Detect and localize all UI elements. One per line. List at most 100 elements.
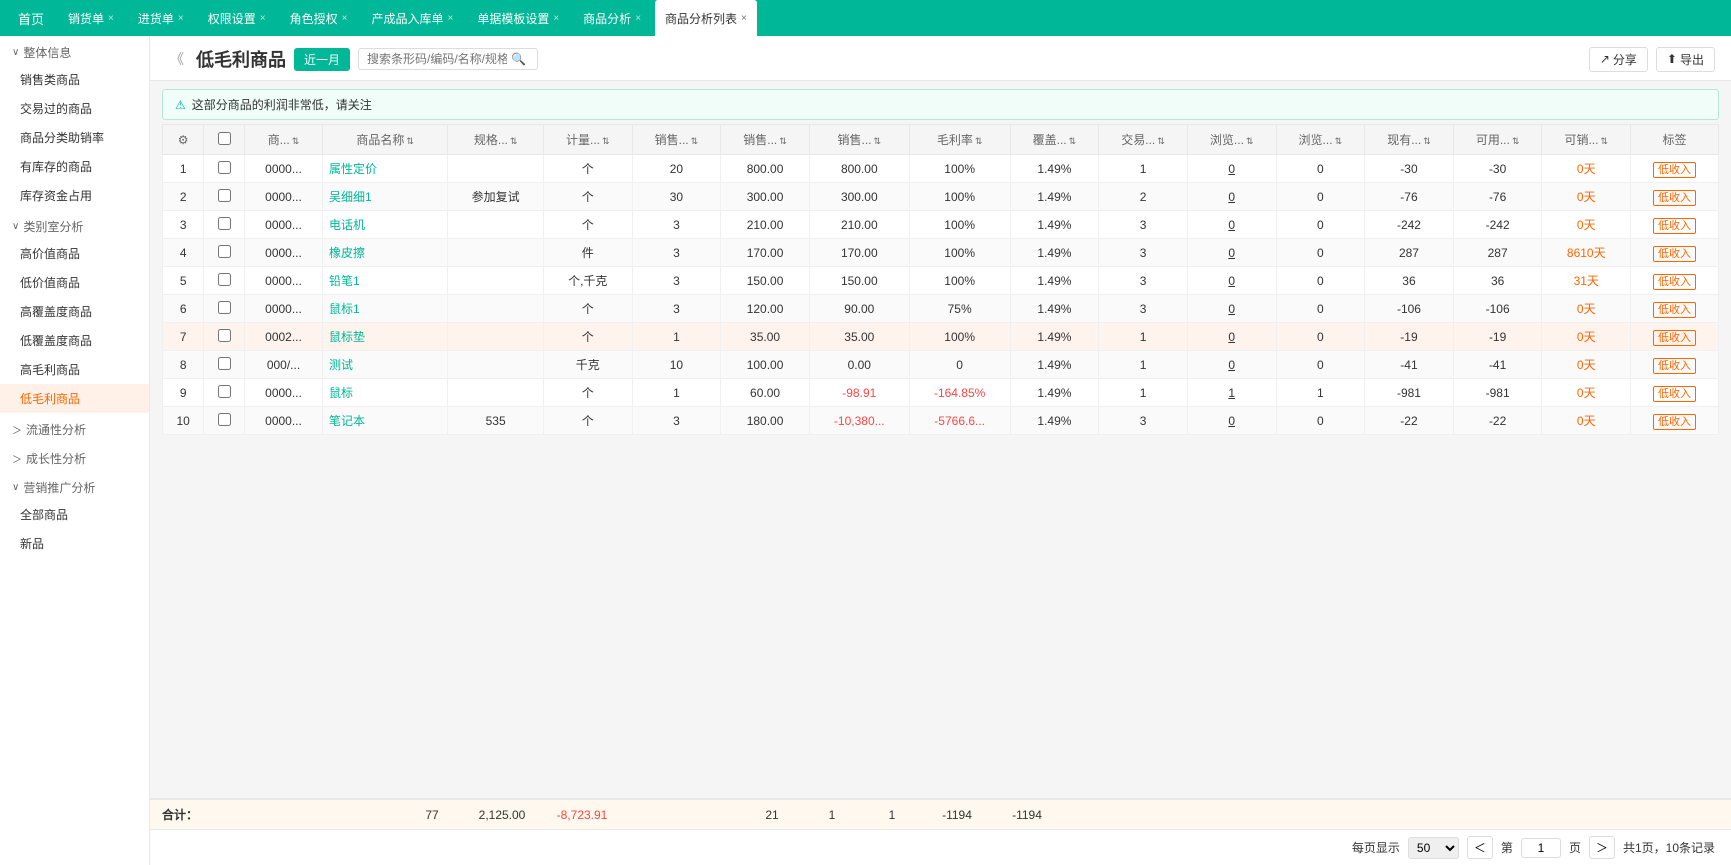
row-view1[interactable]: 0 [1187, 323, 1276, 351]
prev-page-btn[interactable]: ＜ [1467, 836, 1493, 859]
row-name[interactable]: 属性定价 [322, 155, 447, 183]
nav-product-analysis[interactable]: 商品分析 × [573, 0, 651, 36]
col-gross-rate[interactable]: 毛利率⇅ [909, 125, 1010, 155]
next-page-btn[interactable]: ＞ [1589, 836, 1615, 859]
col-stock-saleable[interactable]: 可销...⇅ [1542, 125, 1631, 155]
col-tag[interactable]: 标签 [1631, 125, 1719, 155]
per-page-select[interactable]: 50 100 200 [1408, 837, 1459, 859]
col-stock-available[interactable]: 可用...⇅ [1453, 125, 1542, 155]
row-view1[interactable]: 0 [1187, 295, 1276, 323]
row-name[interactable]: 鼠标垫 [322, 323, 447, 351]
col-stock-current[interactable]: 现有...⇅ [1365, 125, 1454, 155]
col-sales-profit[interactable]: 销售...⇅ [809, 125, 909, 155]
col-trade-count[interactable]: 交易...⇅ [1099, 125, 1188, 155]
nav-close-product[interactable]: × [447, 13, 453, 24]
col-coverage[interactable]: 覆盖...⇅ [1010, 125, 1099, 155]
sidebar-item-sales-products[interactable]: 销售类商品 [0, 65, 149, 94]
search-input[interactable] [367, 52, 507, 66]
nav-permission[interactable]: 权限设置 × [198, 0, 276, 36]
nav-close-template[interactable]: × [553, 13, 559, 24]
row-checkbox[interactable] [204, 183, 245, 211]
row-checkbox[interactable] [204, 379, 245, 407]
row-select-checkbox[interactable] [218, 161, 231, 174]
nav-role-auth[interactable]: 角色授权 × [280, 0, 358, 36]
row-view1[interactable]: 1 [1187, 379, 1276, 407]
sidebar-item-stock-products[interactable]: 有库存的商品 [0, 152, 149, 181]
row-view1[interactable]: 0 [1187, 407, 1276, 435]
row-select-checkbox[interactable] [218, 301, 231, 314]
nav-product-analysis-list[interactable]: 商品分析列表 × [655, 0, 757, 36]
row-name[interactable]: 测试 [322, 351, 447, 379]
row-name[interactable]: 铅笔1 [322, 267, 447, 295]
sidebar-item-low-coverage[interactable]: 低覆盖度商品 [0, 326, 149, 355]
nav-purchase-order[interactable]: 进货单 × [128, 0, 194, 36]
sidebar-item-high-value[interactable]: 高价值商品 [0, 239, 149, 268]
sidebar-group-circulation[interactable]: ＞ 流通性分析 [0, 413, 149, 442]
nav-product-entry[interactable]: 产成品入库单 × [361, 0, 463, 36]
sidebar-item-high-margin[interactable]: 高毛利商品 [0, 355, 149, 384]
sidebar-item-stock-capital[interactable]: 库存资金占用 [0, 181, 149, 210]
col-spec[interactable]: 规格...⇅ [448, 125, 544, 155]
nav-close-permission[interactable]: × [260, 13, 266, 24]
row-select-checkbox[interactable] [218, 245, 231, 258]
row-view1[interactable]: 0 [1187, 239, 1276, 267]
col-view1[interactable]: 浏览...⇅ [1187, 125, 1276, 155]
share-button[interactable]: ↗ 分享 [1589, 47, 1648, 72]
col-sales-count[interactable]: 销售...⇅ [632, 125, 721, 155]
sidebar-group-marketing[interactable]: ∨ 营销推广分析 [0, 471, 149, 500]
col-code[interactable]: 商...⇅ [245, 125, 323, 155]
row-checkbox[interactable] [204, 323, 245, 351]
row-name[interactable]: 电话机 [322, 211, 447, 239]
nav-close-analysis[interactable]: × [635, 13, 641, 24]
row-checkbox[interactable] [204, 239, 245, 267]
row-select-checkbox[interactable] [218, 385, 231, 398]
row-select-checkbox[interactable] [218, 273, 231, 286]
select-all-checkbox[interactable] [218, 132, 231, 145]
sidebar-item-all-products[interactable]: 全部商品 [0, 500, 149, 529]
row-view1[interactable]: 0 [1187, 267, 1276, 295]
row-name[interactable]: 鼠标 [322, 379, 447, 407]
export-button[interactable]: ⬆ 导出 [1656, 47, 1715, 72]
row-checkbox[interactable] [204, 155, 245, 183]
sidebar-item-traded-products[interactable]: 交易过的商品 [0, 94, 149, 123]
sidebar-item-low-margin[interactable]: 低毛利商品 [0, 384, 149, 413]
nav-sales-order[interactable]: 销货单 × [58, 0, 124, 36]
sidebar-collapse-btn[interactable]: 《 [166, 49, 188, 69]
nav-close-analysis-list[interactable]: × [741, 13, 747, 24]
row-select-checkbox[interactable] [218, 217, 231, 230]
sidebar-group-overall[interactable]: ∨ 整体信息 [0, 36, 149, 65]
search-icon[interactable]: 🔍 [511, 52, 526, 66]
sidebar-group-category[interactable]: ∨ 类别室分析 [0, 210, 149, 239]
row-name[interactable]: 笔记本 [322, 407, 447, 435]
sidebar-item-low-value[interactable]: 低价值商品 [0, 268, 149, 297]
row-select-checkbox[interactable] [218, 329, 231, 342]
nav-close-role[interactable]: × [342, 13, 348, 24]
sidebar-group-growth[interactable]: ＞ 成长性分析 [0, 442, 149, 471]
row-checkbox[interactable] [204, 295, 245, 323]
page-input[interactable] [1521, 838, 1561, 858]
row-checkbox[interactable] [204, 407, 245, 435]
row-checkbox[interactable] [204, 267, 245, 295]
row-view1[interactable]: 0 [1187, 155, 1276, 183]
sidebar-item-category-rate[interactable]: 商品分类助销率 [0, 123, 149, 152]
col-checkbox[interactable] [204, 125, 245, 155]
row-name[interactable]: 鼠标1 [322, 295, 447, 323]
row-checkbox[interactable] [204, 351, 245, 379]
col-name[interactable]: 商品名称⇅ [322, 125, 447, 155]
sidebar-item-new-products[interactable]: 新品 [0, 529, 149, 558]
row-view1[interactable]: 0 [1187, 351, 1276, 379]
nav-home[interactable]: 首页 [8, 0, 54, 36]
row-select-checkbox[interactable] [218, 357, 231, 370]
sidebar-item-high-coverage[interactable]: 高覆盖度商品 [0, 297, 149, 326]
filter-recent-month-btn[interactable]: 近一月 [294, 48, 350, 71]
col-settings[interactable]: ⚙ [163, 125, 204, 155]
col-sales-amount[interactable]: 销售...⇅ [721, 125, 810, 155]
nav-close-sales[interactable]: × [108, 13, 114, 24]
nav-close-purchase[interactable]: × [178, 13, 184, 24]
row-checkbox[interactable] [204, 211, 245, 239]
row-view1[interactable]: 0 [1187, 211, 1276, 239]
row-select-checkbox[interactable] [218, 189, 231, 202]
row-select-checkbox[interactable] [218, 413, 231, 426]
col-view2[interactable]: 浏览...⇅ [1276, 125, 1365, 155]
nav-template-setting[interactable]: 单据模板设置 × [467, 0, 569, 36]
